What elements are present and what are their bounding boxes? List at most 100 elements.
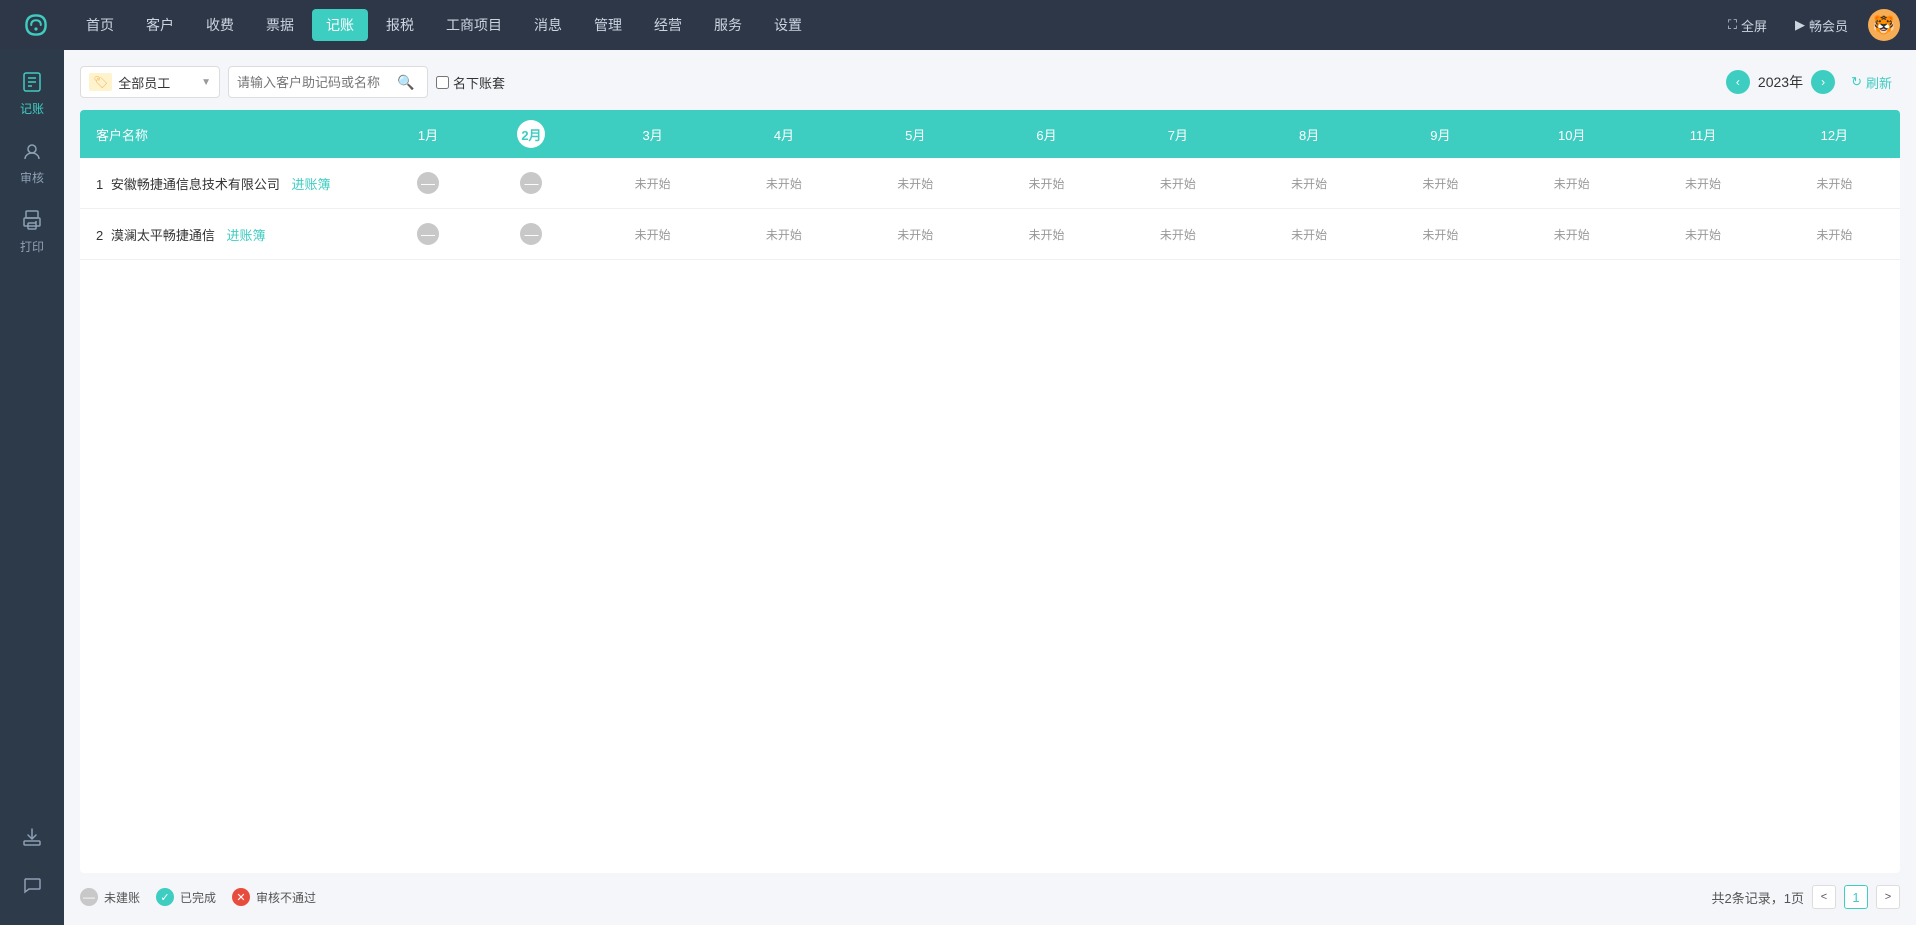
customer-name: 安徽畅捷通信息技术有限公司 (111, 177, 280, 192)
prev-year-button[interactable]: ‹ (1726, 70, 1750, 94)
month-cell-1-10: 未开始 (1637, 209, 1768, 260)
employee-select[interactable]: 🏷 全部员工 ▼ (80, 66, 220, 98)
avatar[interactable]: 🐯 (1868, 9, 1900, 41)
col-nov: 11月 (1637, 110, 1768, 158)
table-header-row: 客户名称 1月 2月 3月 4月 5月 6月 7月 8月 9月 10月 11月 … (80, 110, 1900, 158)
employee-label: 全部员工 (118, 73, 195, 92)
footer: — 未建账 ✓ 已完成 ✕ 审核不通过 共2条记录，1页 < 1 > (80, 873, 1900, 909)
data-table: 客户名称 1月 2月 3月 4月 5月 6月 7月 8月 9月 10月 11月 … (80, 110, 1900, 260)
chevron-down-icon: ▼ (201, 77, 211, 88)
nav-bookkeeping[interactable]: 记账 (312, 9, 368, 41)
month-cell-1-9: 未开始 (1506, 209, 1637, 260)
chat-icon (14, 871, 50, 899)
member-label: 畅会员 (1809, 16, 1848, 35)
nav-right-actions: ⛶ 全屏 ▶ 畅会员 🐯 (1720, 9, 1900, 41)
month-cell-1-6: 未开始 (1112, 209, 1243, 260)
next-page-button[interactable]: > (1876, 885, 1900, 909)
month-cell-0-10: 未开始 (1637, 158, 1768, 209)
sidebar: 记账 审核 打印 (0, 50, 64, 925)
bookkeeping-icon (14, 68, 50, 96)
status-dash-icon: — (520, 172, 542, 194)
pagination-total: 共2条记录，1页 (1712, 888, 1804, 907)
enter-ledger-link[interactable]: 进账簿 (292, 177, 331, 192)
month-cell-0-7: 未开始 (1243, 158, 1374, 209)
not-started-label: 未开始 (1029, 177, 1065, 191)
nav-settings[interactable]: 设置 (760, 9, 816, 41)
nav-fee[interactable]: 收费 (192, 9, 248, 41)
nav-home[interactable]: 首页 (72, 9, 128, 41)
audit-icon (14, 137, 50, 165)
fullscreen-icon: ⛶ (1728, 17, 1737, 33)
not-started-label: 未开始 (635, 228, 671, 242)
prev-page-button[interactable]: < (1812, 885, 1836, 909)
not-started-label: 未开始 (897, 177, 933, 191)
sidebar-item-print[interactable]: 打印 (0, 196, 64, 265)
nav-invoice[interactable]: 票据 (252, 9, 308, 41)
not-created-icon: — (80, 888, 98, 906)
main-content: 🏷 全部员工 ▼ 🔍 名下账套 ‹ 2023年 › ↻ 刷新 (64, 50, 1916, 925)
pagination: 共2条记录，1页 < 1 > (1712, 885, 1900, 909)
month-cell-0-6: 未开始 (1112, 158, 1243, 209)
month-cell-0-9: 未开始 (1506, 158, 1637, 209)
col-jul: 7月 (1112, 110, 1243, 158)
not-started-label: 未开始 (1554, 177, 1590, 191)
member-button[interactable]: ▶ 畅会员 (1787, 12, 1856, 39)
not-created-label: 未建账 (104, 889, 140, 906)
rejected-label: 审核不通过 (256, 889, 316, 906)
not-started-label: 未开始 (766, 228, 802, 242)
col-jun: 6月 (981, 110, 1112, 158)
next-year-button[interactable]: › (1811, 70, 1835, 94)
sidebar-bottom (14, 813, 50, 909)
month-cell-1-8: 未开始 (1375, 209, 1506, 260)
not-started-label: 未开始 (1422, 228, 1458, 242)
month-cell-1-2: 未开始 (587, 209, 718, 260)
nav-menu: 首页 客户 收费 票据 记账 报税 工商项目 消息 管理 经营 服务 设置 (72, 9, 1720, 41)
customer-num: 1 (96, 177, 103, 192)
legend-not-created: — 未建账 (80, 888, 140, 906)
status-dash-icon: — (520, 223, 542, 245)
search-icon[interactable]: 🔍 (397, 74, 414, 91)
col-jan: 1月 (380, 110, 476, 158)
search-input[interactable] (237, 75, 397, 90)
sidebar-chat[interactable] (14, 861, 50, 909)
customer-num: 2 (96, 228, 103, 243)
sidebar-item-bookkeeping[interactable]: 记账 (0, 58, 64, 127)
employee-icon: 🏷 (89, 73, 112, 91)
month-cell-1-5: 未开始 (981, 209, 1112, 260)
table-row: 2 漠澜太平畅捷通信 进账簿 ——未开始未开始未开始未开始未开始未开始未开始未开… (80, 209, 1900, 260)
not-started-label: 未开始 (1685, 177, 1721, 191)
current-month-circle: 2月 (517, 120, 545, 148)
toolbar: 🏷 全部员工 ▼ 🔍 名下账套 ‹ 2023年 › ↻ 刷新 (80, 66, 1900, 98)
refresh-button[interactable]: ↻ 刷新 (1843, 69, 1900, 96)
customer-name: 漠澜太平畅捷通信 (111, 228, 215, 243)
refresh-label: 刷新 (1866, 73, 1892, 92)
status-dash-icon: — (417, 172, 439, 194)
not-started-label: 未开始 (1422, 177, 1458, 191)
data-table-container: 客户名称 1月 2月 3月 4月 5月 6月 7月 8月 9月 10月 11月 … (80, 110, 1900, 873)
print-icon (14, 206, 50, 234)
col-aug: 8月 (1243, 110, 1374, 158)
nav-business[interactable]: 工商项目 (432, 9, 516, 41)
nav-tax[interactable]: 报税 (372, 9, 428, 41)
nav-operations[interactable]: 经营 (640, 9, 696, 41)
nav-service[interactable]: 服务 (700, 9, 756, 41)
sidebar-download[interactable] (14, 813, 50, 861)
nav-message[interactable]: 消息 (520, 9, 576, 41)
month-cell-0-5: 未开始 (981, 158, 1112, 209)
sidebar-item-print-label: 打印 (20, 238, 44, 255)
not-started-label: 未开始 (766, 177, 802, 191)
not-started-label: 未开始 (1816, 177, 1852, 191)
nav-customer[interactable]: 客户 (132, 9, 188, 41)
my-accounts-checkbox[interactable]: 名下账套 (436, 73, 505, 92)
my-accounts-checkbox-input[interactable] (436, 76, 449, 89)
col-apr: 4月 (718, 110, 849, 158)
nav-management[interactable]: 管理 (580, 9, 636, 41)
fullscreen-button[interactable]: ⛶ 全屏 (1720, 12, 1775, 39)
sidebar-item-audit[interactable]: 审核 (0, 127, 64, 196)
fullscreen-label: 全屏 (1741, 16, 1767, 35)
year-label: 2023年 (1758, 72, 1803, 92)
legend-completed: ✓ 已完成 (156, 888, 216, 906)
not-started-label: 未开始 (897, 228, 933, 242)
enter-ledger-link[interactable]: 进账簿 (227, 228, 266, 243)
month-cell-0-11: 未开始 (1769, 158, 1900, 209)
